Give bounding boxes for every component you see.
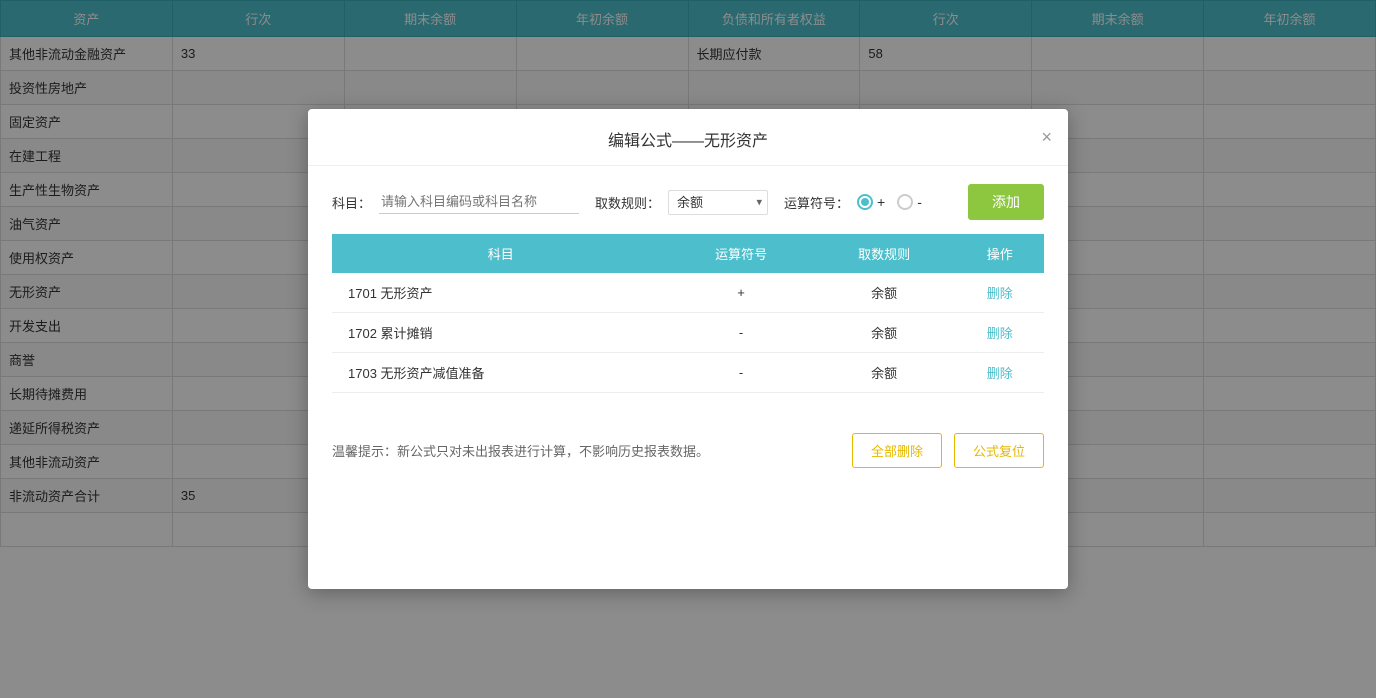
formula-fetch-rule-cell: 余额 <box>813 353 956 393</box>
formula-table-row: 1703 无形资产减值准备-余额 删除 <box>332 353 1044 393</box>
modal-close-button[interactable]: × <box>1041 128 1052 146</box>
fetch-rule-label: 取数规则： <box>595 193 660 212</box>
formula-operator-cell: - <box>670 353 813 393</box>
delete-all-button[interactable]: 全部删除 <box>852 433 942 468</box>
delete-row-button[interactable]: 删除 <box>987 323 1013 342</box>
radio-plus-circle <box>857 194 873 210</box>
operator-plus-radio[interactable]: + <box>857 194 885 210</box>
modal-form-row: 科目： 取数规则： 余额 借方 贷方 借方发生额 贷方发生额 运算符号： <box>308 166 1068 234</box>
delete-row-button[interactable]: 删除 <box>987 363 1013 382</box>
operator-minus-radio[interactable]: - <box>897 194 922 210</box>
formula-fetch-rule-cell: 余额 <box>813 273 956 313</box>
subject-label: 科目： <box>332 193 371 212</box>
th-subject: 科目 <box>332 234 670 273</box>
formula-table-wrap: 科目 运算符号 取数规则 操作 1701 无形资产+余额删除1702 累计摊销-… <box>308 234 1068 393</box>
th-action: 操作 <box>956 234 1044 273</box>
delete-row-button[interactable]: 删除 <box>987 283 1013 302</box>
formula-subject-cell: 1703 无形资产减值准备 <box>332 353 670 393</box>
formula-subject-cell: 1702 累计摊销 <box>332 313 670 353</box>
footer-tip: 温馨提示：新公式只对未出报表进行计算，不影响历史报表数据。 <box>332 441 709 460</box>
modal-header: 编辑公式——无形资产 × <box>308 109 1068 166</box>
formula-action-cell: 删除 <box>956 353 1044 393</box>
operator-minus-label: - <box>917 194 922 210</box>
fetch-rule-group: 取数规则： 余额 借方 贷方 借方发生额 贷方发生额 <box>595 190 768 215</box>
fetch-rule-select-wrap: 余额 借方 贷方 借方发生额 贷方发生额 <box>668 190 768 215</box>
formula-table: 科目 运算符号 取数规则 操作 1701 无形资产+余额删除1702 累计摊销-… <box>332 234 1044 393</box>
subject-input[interactable] <box>379 190 579 214</box>
footer-buttons: 全部删除 公式复位 <box>852 433 1044 468</box>
formula-fetch-rule-cell: 余额 <box>813 313 956 353</box>
modal-footer: 温馨提示：新公式只对未出报表进行计算，不影响历史报表数据。 全部删除 公式复位 <box>308 417 1068 468</box>
th-fetch-rule: 取数规则 <box>813 234 956 273</box>
operator-label: 运算符号： <box>784 193 849 212</box>
operator-group: 运算符号： + - <box>784 193 922 212</box>
formula-action-cell: 删除 <box>956 273 1044 313</box>
formula-operator-cell: - <box>670 313 813 353</box>
formula-table-row: 1702 累计摊销-余额 删除 <box>332 313 1044 353</box>
edit-formula-modal: 编辑公式——无形资产 × 科目： 取数规则： 余额 借方 贷方 借方发生额 贷方… <box>308 109 1068 589</box>
th-operator: 运算符号 <box>670 234 813 273</box>
formula-action-cell: 删除 <box>956 313 1044 353</box>
reset-formula-button[interactable]: 公式复位 <box>954 433 1044 468</box>
subject-group: 科目： <box>332 190 579 214</box>
operator-radio-group: + - <box>857 194 922 210</box>
formula-subject-cell: 1701 无形资产 <box>332 273 670 313</box>
fetch-rule-select[interactable]: 余额 借方 贷方 借方发生额 贷方发生额 <box>668 190 768 215</box>
formula-table-header-row: 科目 运算符号 取数规则 操作 <box>332 234 1044 273</box>
add-button[interactable]: 添加 <box>968 184 1044 220</box>
modal-overlay: 编辑公式——无形资产 × 科目： 取数规则： 余额 借方 贷方 借方发生额 贷方… <box>0 0 1376 698</box>
operator-plus-label: + <box>877 194 885 210</box>
radio-minus-circle <box>897 194 913 210</box>
modal-title: 编辑公式——无形资产 <box>608 133 768 150</box>
formula-operator-cell: + <box>670 273 813 313</box>
formula-table-row: 1701 无形资产+余额 删除 <box>332 273 1044 313</box>
